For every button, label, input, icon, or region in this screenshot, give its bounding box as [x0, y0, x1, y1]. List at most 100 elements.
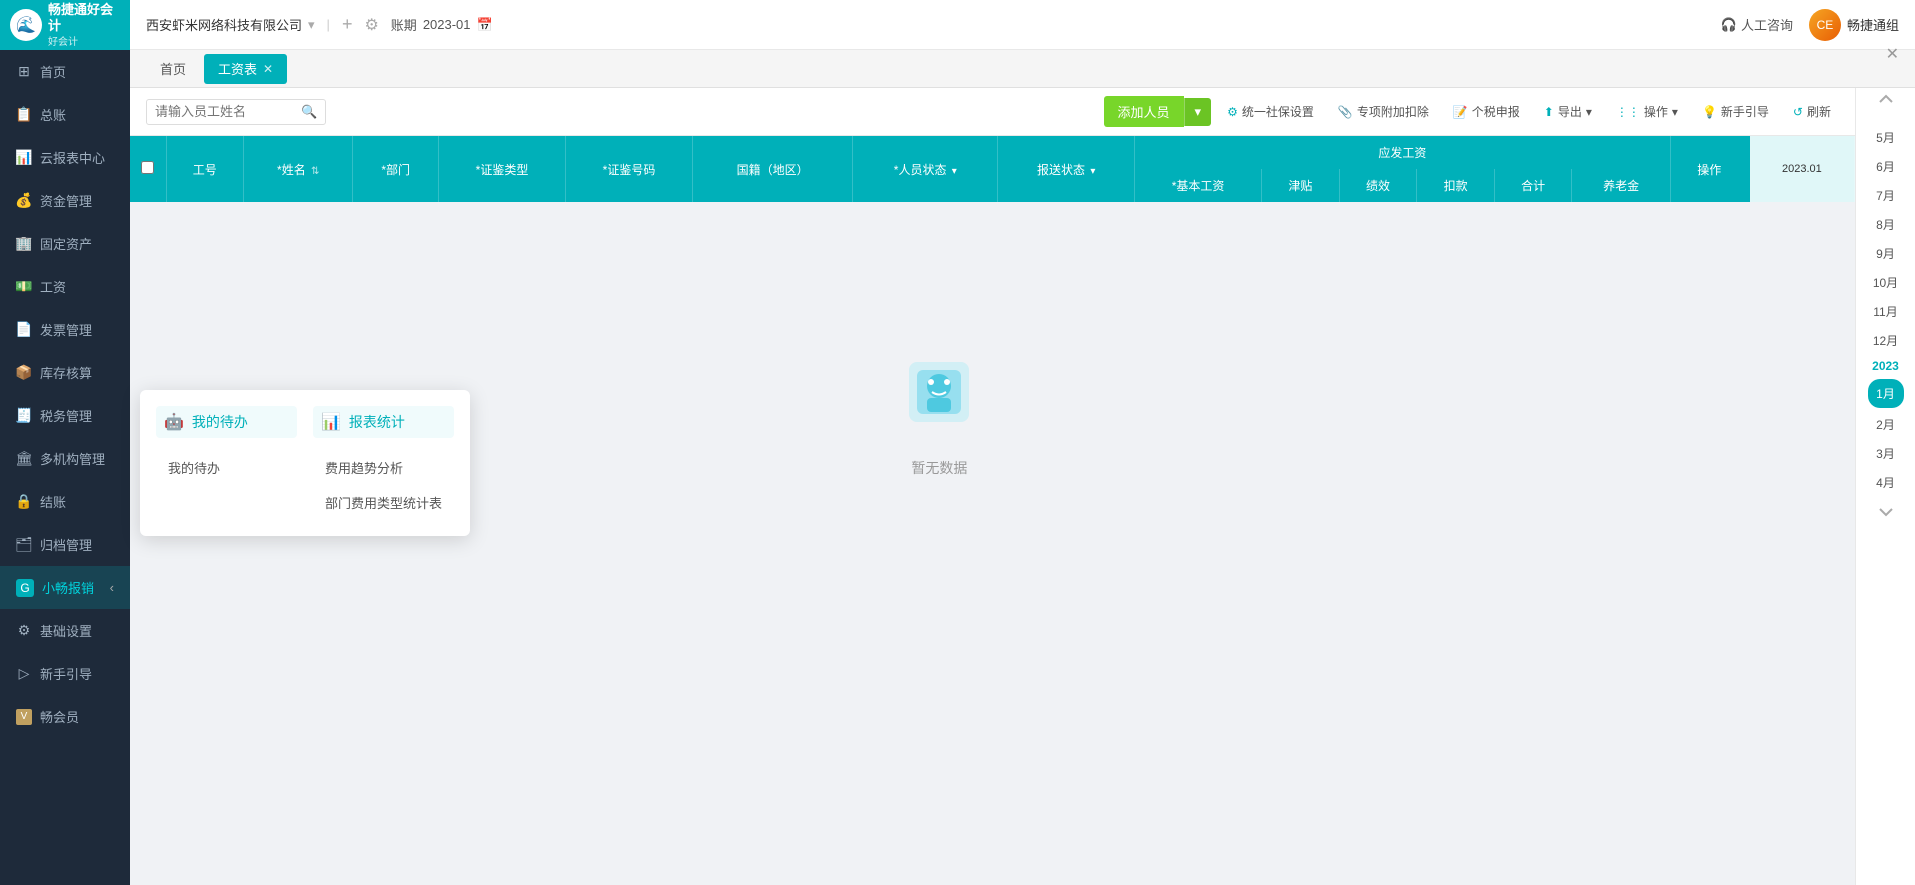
month-2-2023[interactable]: 2月	[1856, 410, 1915, 439]
th-base-salary: *基本工资	[1135, 169, 1262, 202]
search-icon[interactable]: 🔍	[301, 104, 317, 120]
sidebar-label-tax: 税务管理	[40, 406, 92, 425]
sidebar-item-fixed-assets[interactable]: 🏢 固定资产	[0, 222, 130, 265]
sidebar-label-xiao: 小畅报销	[42, 578, 94, 597]
toolbar-right: 添加人员 ▾ ⚙ 统一社保设置 📎 专项附加扣除 📝 个税申报	[1104, 96, 1839, 127]
month-10[interactable]: 10月	[1856, 268, 1915, 297]
avatar-initials: CE	[1817, 18, 1834, 32]
popup-item-my-todo[interactable]: 我的待办	[156, 450, 297, 485]
refresh-button[interactable]: ↺ 刷新	[1785, 99, 1839, 124]
tab-close-button[interactable]: ✕	[263, 62, 273, 76]
tab-salary-table[interactable]: 工资表 ✕	[204, 54, 287, 84]
logo-sub: 好会计	[48, 33, 120, 48]
ledger-icon: 📋	[16, 107, 32, 123]
month-9[interactable]: 9月	[1856, 239, 1915, 268]
cloud-icon: 📊	[16, 150, 32, 166]
sidebar: 🌊 畅捷通好会计 好会计 ⊞ 首页 📋 总账 📊 云报表中心 💰 资金管理 🏢 …	[0, 0, 130, 885]
month-12[interactable]: 12月	[1856, 326, 1915, 355]
sidebar-label-fixed: 固定资产	[40, 234, 92, 253]
month-11[interactable]: 11月	[1856, 297, 1915, 326]
th-number: 工号	[166, 136, 244, 202]
month-7[interactable]: 7月	[1856, 181, 1915, 210]
month-8[interactable]: 8月	[1856, 210, 1915, 239]
new-guide-button[interactable]: 💡 新手引导	[1694, 99, 1777, 124]
avatar: CE	[1809, 9, 1841, 41]
month-6[interactable]: 6月	[1856, 152, 1915, 181]
salary-table: 工号 *姓名 ⇅ *部门 *证鉴类型	[130, 136, 1855, 618]
th-deduct: 绩效	[1339, 169, 1417, 202]
member-icon: V	[16, 709, 32, 725]
sidebar-label-home: 首页	[40, 62, 66, 81]
company-settings-icon[interactable]: ⚙	[364, 15, 378, 35]
sidebar-item-multi-org[interactable]: 🏛 多机构管理	[0, 437, 130, 480]
sidebar-item-close-account[interactable]: 🔒 结账	[0, 480, 130, 523]
collapse-icon: ‹	[110, 580, 114, 595]
name-sort-icon: ⇅	[311, 166, 319, 177]
sidebar-label-member: 畅会员	[40, 707, 79, 726]
operation-label: 操作	[1644, 103, 1668, 120]
sidebar-item-invoice[interactable]: 📄 发票管理	[0, 308, 130, 351]
timeline-nav-down[interactable]	[1874, 501, 1898, 524]
company-dropdown-icon: ▾	[308, 17, 315, 33]
sidebar-item-ledger[interactable]: 📋 总账	[0, 93, 130, 136]
special-deduct-button[interactable]: 📎 专项附加扣除	[1330, 99, 1437, 124]
tab-home[interactable]: 首页	[146, 54, 200, 84]
sidebar-item-salary[interactable]: 💵 工资	[0, 265, 130, 308]
archive-icon: 🗂	[16, 537, 32, 553]
th-report-status[interactable]: 报送状态 ▾	[998, 136, 1135, 202]
period-label: 账期	[391, 15, 417, 34]
refresh-label: 刷新	[1807, 103, 1831, 120]
sidebar-item-basic-settings[interactable]: ⚙ 基础设置	[0, 609, 130, 652]
select-all-checkbox[interactable]	[141, 161, 154, 174]
add-company-button[interactable]: +	[342, 14, 353, 35]
month-4-2023[interactable]: 4月	[1856, 468, 1915, 497]
th-name[interactable]: *姓名 ⇅	[244, 136, 353, 202]
month-5[interactable]: 5月	[1856, 123, 1915, 152]
user-menu[interactable]: CE 畅捷通组	[1809, 9, 1899, 41]
search-input[interactable]	[155, 104, 295, 119]
inventory-icon: 📦	[16, 365, 32, 381]
timeline-nav-up[interactable]	[1874, 88, 1898, 111]
sidebar-item-archive[interactable]: 🗂 归档管理	[0, 523, 130, 566]
th-bonus: 津贴	[1262, 169, 1340, 202]
export-dropdown-icon: ▾	[1586, 105, 1592, 119]
operation-button[interactable]: ⋮⋮ 操作 ▾	[1608, 99, 1686, 124]
company-selector[interactable]: 西安虾米网络科技有限公司 ▾	[146, 15, 315, 34]
topbar-divider1: |	[327, 17, 330, 32]
logo-icon: 🌊	[10, 9, 42, 41]
multi-org-icon: 🏛	[16, 451, 32, 467]
add-people-dropdown-button[interactable]: ▾	[1184, 98, 1212, 126]
sidebar-item-fund[interactable]: 💰 资金管理	[0, 179, 130, 222]
social-insurance-button[interactable]: ⚙ 统一社保设置	[1219, 99, 1322, 124]
sidebar-label-salary: 工资	[40, 277, 66, 296]
sidebar-label-ledger: 总账	[40, 105, 66, 124]
status-filter-icon[interactable]: ▾	[952, 166, 957, 177]
popup-item-dept-expense[interactable]: 部门费用类型统计表	[313, 485, 454, 520]
period-selector[interactable]: 账期 2023-01 📅	[391, 15, 493, 34]
close-panel-button[interactable]: ✕	[1886, 44, 1899, 64]
sidebar-item-home[interactable]: ⊞ 首页	[0, 50, 130, 93]
sidebar-item-inventory[interactable]: 📦 库存核算	[0, 351, 130, 394]
popup-header-todo: 🤖 我的待办	[156, 406, 297, 438]
th-status[interactable]: *人员状态 ▾	[853, 136, 998, 202]
popup-item-expense-trend[interactable]: 费用趋势分析	[313, 450, 454, 485]
th-checkbox[interactable]	[130, 136, 166, 202]
sidebar-item-new-guide[interactable]: ▷ 新手引导	[0, 652, 130, 695]
month-3-2023[interactable]: 3月	[1856, 439, 1915, 468]
sidebar-item-member[interactable]: V 畅会员	[0, 695, 130, 738]
month-1[interactable]: 1月	[1868, 379, 1904, 408]
logo-title: 畅捷通好会计	[48, 2, 120, 33]
sidebar-item-tax[interactable]: 🧾 税务管理	[0, 394, 130, 437]
popup-title-todo: 我的待办	[192, 412, 248, 432]
sidebar-item-xiao-chang[interactable]: G 小畅报销 ‹	[0, 566, 130, 609]
tax-report-button[interactable]: 📝 个税申报	[1445, 99, 1528, 124]
add-people-button[interactable]: 添加人员	[1104, 96, 1184, 127]
empty-icon	[889, 342, 989, 442]
th-id-type: *证鉴类型	[439, 136, 566, 202]
export-button[interactable]: ⬆ 导出 ▾	[1536, 99, 1600, 124]
tab-home-label: 首页	[160, 59, 186, 78]
report-status-filter-icon[interactable]: ▾	[1090, 166, 1095, 177]
close-account-icon: 🔒	[16, 494, 32, 510]
sidebar-item-cloud-reports[interactable]: 📊 云报表中心	[0, 136, 130, 179]
customer-service-button[interactable]: 🎧 人工咨询	[1721, 15, 1793, 34]
